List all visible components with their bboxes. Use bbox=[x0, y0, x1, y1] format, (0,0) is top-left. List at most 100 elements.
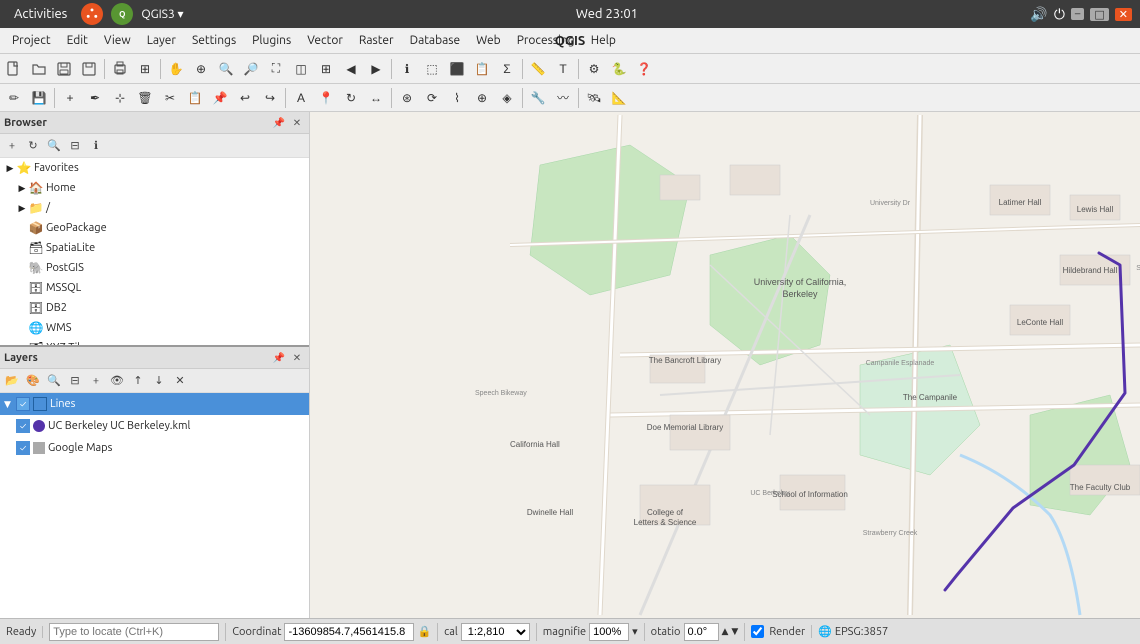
menu-plugins[interactable]: Plugins bbox=[244, 32, 299, 49]
rotation-input[interactable] bbox=[684, 623, 719, 641]
rotation-spin-up[interactable]: ▲ bbox=[722, 626, 729, 637]
menu-help[interactable]: Help bbox=[583, 32, 624, 49]
gps-btn[interactable]: 🛰 bbox=[582, 86, 606, 110]
ubuntu-logo[interactable] bbox=[81, 3, 103, 25]
paste-feature-btn[interactable]: 📌 bbox=[208, 86, 232, 110]
browser-collapse-btn[interactable]: ⊟ bbox=[65, 136, 85, 156]
merge-btn[interactable]: ⊕ bbox=[470, 86, 494, 110]
snapping-btn[interactable]: 🔧 bbox=[526, 86, 550, 110]
layer-open-btn[interactable]: 📂 bbox=[2, 371, 22, 391]
georef-btn[interactable]: 📐 bbox=[607, 86, 631, 110]
window-maximize[interactable]: □ bbox=[1090, 8, 1108, 21]
map-canvas[interactable]: University of California, Berkeley Latim… bbox=[310, 112, 1140, 618]
plugins-btn[interactable]: ⚙ bbox=[582, 57, 606, 81]
properties-btn[interactable]: ⊞ bbox=[133, 57, 157, 81]
pan-to-selection-btn[interactable]: ⊕ bbox=[189, 57, 213, 81]
python-btn[interactable]: 🐍 bbox=[607, 57, 631, 81]
rotate-label-btn[interactable]: ↻ bbox=[339, 86, 363, 110]
split-btn[interactable]: ⌇ bbox=[445, 86, 469, 110]
zoom-out-btn[interactable]: 🔎 bbox=[239, 57, 263, 81]
browser-item-db2[interactable]: ▶ 🗄 DB2 bbox=[0, 298, 309, 318]
node-tool-btn[interactable]: ◈ bbox=[495, 86, 519, 110]
browser-item-wms[interactable]: ▶ 🌐 WMS bbox=[0, 318, 309, 338]
layer-filter-btn[interactable]: 🔍 bbox=[44, 371, 64, 391]
trace-btn[interactable]: 〰 bbox=[551, 86, 575, 110]
browser-item-home[interactable]: ▶ 🏠 Home bbox=[0, 178, 309, 198]
rotation-spin-down[interactable]: ▼ bbox=[731, 626, 738, 637]
menu-layer[interactable]: Layer bbox=[139, 32, 184, 49]
layer-move-down-btn[interactable]: ↓ bbox=[149, 371, 169, 391]
locate-search-input[interactable] bbox=[49, 623, 219, 641]
browser-pin-btn[interactable]: 📌 bbox=[271, 115, 287, 131]
open-attribute-btn[interactable]: 📋 bbox=[470, 57, 494, 81]
zoom-full-btn[interactable]: ⛶ bbox=[264, 57, 288, 81]
open-project-btn[interactable] bbox=[27, 57, 51, 81]
redo-btn[interactable]: ↪ bbox=[258, 86, 282, 110]
new-project-btn[interactable] bbox=[2, 57, 26, 81]
help-btn[interactable]: ❓ bbox=[632, 57, 656, 81]
layer-style-btn[interactable]: 🎨 bbox=[23, 371, 43, 391]
layer-collapse-btn[interactable]: ⊟ bbox=[65, 371, 85, 391]
menu-raster[interactable]: Raster bbox=[351, 32, 402, 49]
browser-add-btn[interactable]: + bbox=[2, 136, 22, 156]
browser-item-geopackage[interactable]: ▶ 📦 GeoPackage bbox=[0, 218, 309, 238]
layer-add-group-btn[interactable]: + bbox=[86, 371, 106, 391]
menu-settings[interactable]: Settings bbox=[184, 32, 244, 49]
edit-mode-btn[interactable]: ✏ bbox=[2, 86, 26, 110]
coordinate-input[interactable] bbox=[284, 623, 414, 641]
layer-visibility-btn[interactable]: 👁 bbox=[107, 371, 127, 391]
move-vertex-btn[interactable]: ⊹ bbox=[108, 86, 132, 110]
qgis-menu[interactable]: QGIS3 ▾ bbox=[141, 7, 183, 21]
digitize-btn[interactable]: ✒ bbox=[83, 86, 107, 110]
browser-filter-btn[interactable]: 🔍 bbox=[44, 136, 64, 156]
menu-database[interactable]: Database bbox=[402, 32, 469, 49]
qgis-logo[interactable]: Q bbox=[111, 3, 133, 25]
zoom-selection-btn[interactable]: ⊞ bbox=[314, 57, 338, 81]
lines-checkbox[interactable]: ✓ bbox=[16, 397, 30, 411]
cut-feature-btn[interactable]: ✂ bbox=[158, 86, 182, 110]
audio-icon[interactable]: 🔊 bbox=[1030, 6, 1047, 23]
layer-remove-btn[interactable]: ✕ bbox=[170, 371, 190, 391]
copy-feature-btn[interactable]: 📋 bbox=[183, 86, 207, 110]
save-project-btn[interactable] bbox=[52, 57, 76, 81]
map-area[interactable]: University of California, Berkeley Latim… bbox=[310, 112, 1140, 618]
render-checkbox[interactable] bbox=[751, 625, 764, 638]
browser-properties-btn[interactable]: ℹ bbox=[86, 136, 106, 156]
select-feature-btn[interactable]: ⬚ bbox=[420, 57, 444, 81]
menu-view[interactable]: View bbox=[96, 32, 139, 49]
advanced-digitize-btn[interactable]: ⊛ bbox=[395, 86, 419, 110]
browser-close-btn[interactable]: ✕ bbox=[289, 115, 305, 131]
power-icon[interactable]: ⏻ bbox=[1054, 6, 1065, 23]
window-minimize[interactable]: – bbox=[1071, 8, 1084, 20]
layers-pin-btn[interactable]: 📌 bbox=[271, 350, 287, 366]
save-edits-btn[interactable]: 💾 bbox=[27, 86, 51, 110]
browser-item-mssql[interactable]: ▶ 🗄 MSSQL bbox=[0, 278, 309, 298]
menu-web[interactable]: Web bbox=[468, 32, 509, 49]
add-feature-btn[interactable]: + bbox=[58, 86, 82, 110]
browser-item-root[interactable]: ▶ 📁 / bbox=[0, 198, 309, 218]
layer-item-google-maps-layer[interactable]: ✓ Google Maps bbox=[0, 437, 309, 459]
window-close[interactable]: ✕ bbox=[1115, 8, 1132, 21]
layer-item-ucberkeley[interactable]: ✓ UC Berkeley UC Berkeley.kml bbox=[0, 415, 309, 437]
scale-select[interactable]: 1:2,810 1:5,000 1:10,000 bbox=[461, 623, 530, 641]
googlemaps-layer-checkbox[interactable]: ✓ bbox=[16, 441, 30, 455]
browser-item-spatialite[interactable]: ▶ 🗃 SpatiaLite bbox=[0, 238, 309, 258]
browser-refresh-btn[interactable]: ↻ bbox=[23, 136, 43, 156]
move-label-btn[interactable]: ↔ bbox=[364, 86, 388, 110]
measure-btn[interactable]: 📏 bbox=[526, 57, 550, 81]
epsg-label[interactable]: EPSG:3857 bbox=[835, 626, 888, 638]
menu-vector[interactable]: Vector bbox=[299, 32, 351, 49]
stat-summary-btn[interactable]: Σ bbox=[495, 57, 519, 81]
zoom-next-btn[interactable]: ▶ bbox=[364, 57, 388, 81]
deselect-btn[interactable]: ⬛ bbox=[445, 57, 469, 81]
ucberkeley-checkbox[interactable]: ✓ bbox=[16, 419, 30, 433]
identify-btn[interactable]: ℹ bbox=[395, 57, 419, 81]
layer-item-lines[interactable]: ▼ ✓ Lines bbox=[0, 393, 309, 415]
activities-button[interactable]: Activities bbox=[8, 7, 73, 21]
magnify-input[interactable] bbox=[589, 623, 629, 641]
zoom-last-btn[interactable]: ◀ bbox=[339, 57, 363, 81]
delete-selected-btn[interactable]: 🗑 bbox=[133, 86, 157, 110]
undo-btn[interactable]: ↩ bbox=[233, 86, 257, 110]
browser-item-postgis[interactable]: ▶ 🐘 PostGIS bbox=[0, 258, 309, 278]
label-edit-btn[interactable]: A bbox=[289, 86, 313, 110]
